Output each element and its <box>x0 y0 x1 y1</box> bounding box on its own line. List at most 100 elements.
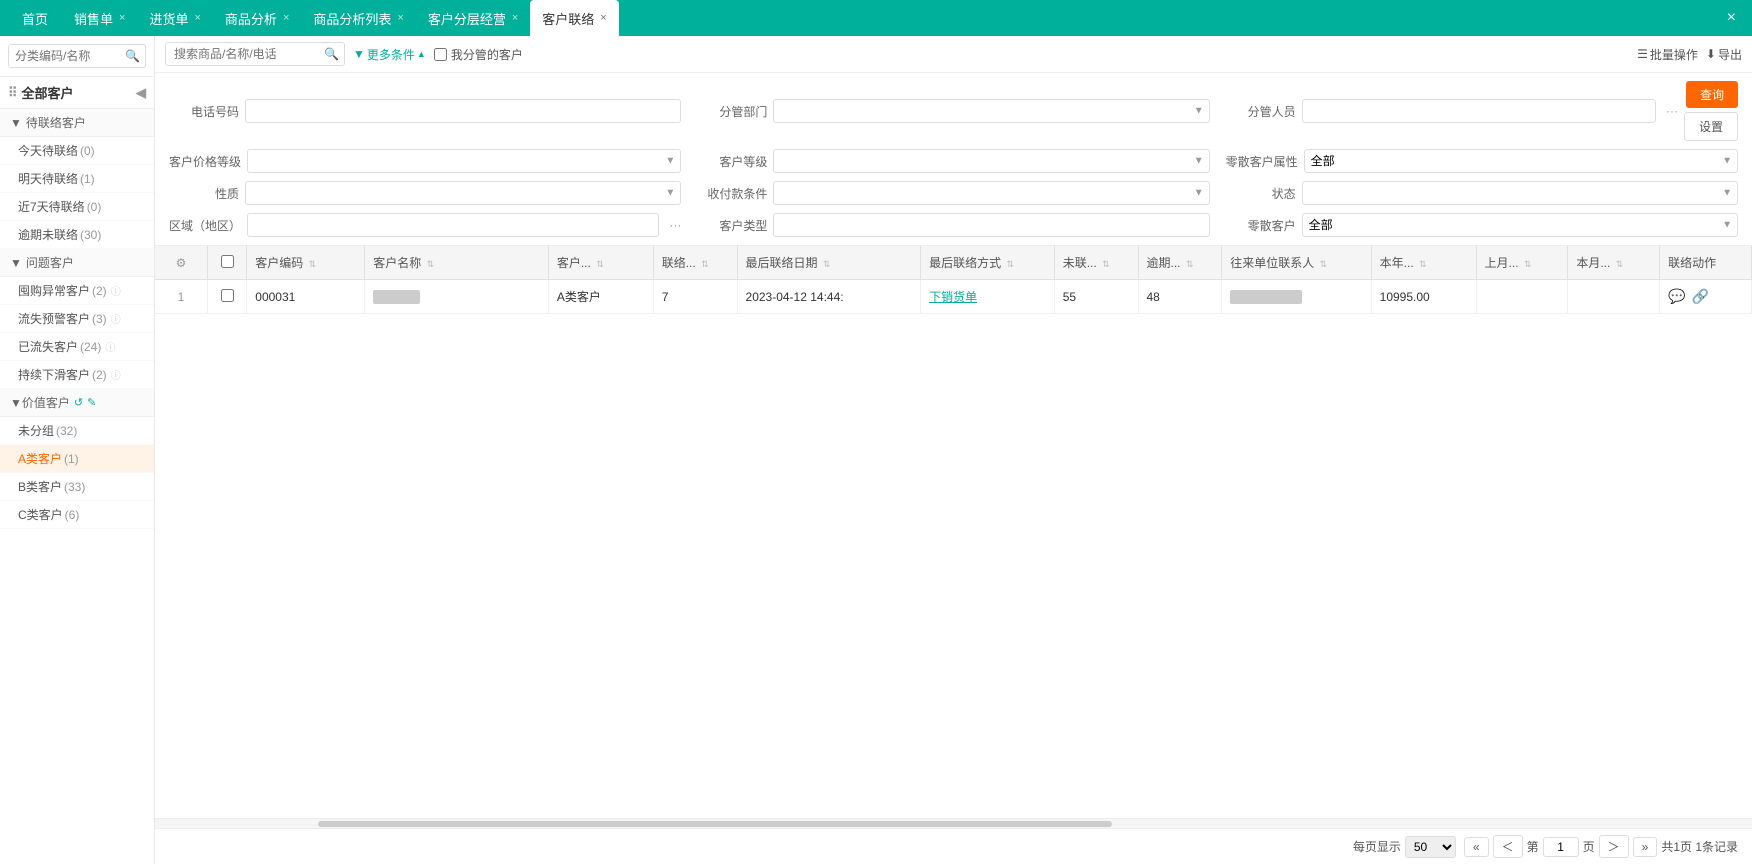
page-size-select[interactable]: 50 10 20 100 <box>1405 836 1456 858</box>
refresh-value-icon[interactable]: ↺ <box>74 396 83 409</box>
filter-row-retail-attr: 零散客户属性 全部 ▼ <box>1226 149 1738 173</box>
sidebar-group-problem[interactable]: ▼ 问题客户 <box>0 249 154 277</box>
sort-contact-icon[interactable]: ⇅ <box>701 259 709 269</box>
sidebar-item-overdue[interactable]: 逾期未联络 (30) <box>0 221 154 249</box>
sidebar-item-b-class[interactable]: B类客户 (33) <box>0 473 154 501</box>
filter-input-cust-type[interactable] <box>773 213 1209 237</box>
filter-input-region[interactable] <box>247 213 659 237</box>
sidebar-item-tomorrow[interactable]: 明天待联络 (1) <box>0 165 154 193</box>
filter-select-payment[interactable] <box>773 181 1209 205</box>
filter-row-retail: 零散客户 全部 ▼ <box>1226 213 1738 237</box>
sidebar-item-a-class[interactable]: A类客户 (1) <box>0 445 154 473</box>
row-last-date: 2023-04-12 14:44: <box>737 280 921 314</box>
filter-dots-region[interactable]: ··· <box>669 218 681 232</box>
th-settings[interactable]: ⚙ <box>155 246 207 280</box>
page-num-input[interactable] <box>1543 837 1579 857</box>
th-name: 客户名称 ⇅ <box>365 246 549 280</box>
filter-select-retail-attr[interactable]: 全部 <box>1304 149 1738 173</box>
sidebar-group-value[interactable]: ▼ 价值客户 ↺ ✎ <box>0 389 154 417</box>
scrollbar-thumb[interactable] <box>318 821 1113 827</box>
search-input[interactable] <box>165 42 345 66</box>
row-check[interactable] <box>207 280 246 314</box>
close-analysis-tab[interactable]: × <box>283 12 289 24</box>
nav-tab-customer-contact[interactable]: 客户联络 × <box>530 0 618 36</box>
sort-prev-icon[interactable]: ⇅ <box>1320 259 1328 269</box>
filter-select-dept[interactable] <box>773 99 1209 123</box>
filter-input-person[interactable] <box>1302 99 1656 123</box>
pager-prev-button[interactable]: ＜ <box>1493 835 1523 858</box>
collapse-sidebar-icon[interactable]: ◀ <box>136 85 146 101</box>
sidebar-item-7days[interactable]: 近7天待联络 (0) <box>0 193 154 221</box>
filter-row-cust-type: 客户类型 <box>697 213 1209 237</box>
sidebar-item-declining[interactable]: 持续下滑客户 (2) ⓘ <box>0 361 154 389</box>
nav-tab-sales[interactable]: 销售单 × <box>62 0 137 36</box>
sidebar: 🔍 ⠿ 全部客户 ◀ ▼ 待联络客户 今天待联络 (0) 明天待联络 (1) 近… <box>0 36 155 864</box>
nav-home[interactable]: 首页 <box>8 0 62 36</box>
row-last-method[interactable]: 下销货单 <box>921 280 1055 314</box>
sort-year-icon[interactable]: ⇅ <box>1419 259 1427 269</box>
last-method-link[interactable]: 下销货单 <box>929 290 977 304</box>
filter-select-price-level[interactable] <box>247 149 681 173</box>
filter-icon: ▼ <box>353 47 365 61</box>
sidebar-item-c-class[interactable]: C类客户 (6) <box>0 501 154 529</box>
nav-tab-customer-segment[interactable]: 客户分层经营 × <box>416 0 530 36</box>
close-analysis-list-tab[interactable]: × <box>397 12 403 24</box>
settings-icon[interactable]: ⚙ <box>176 256 187 270</box>
sidebar-all-customers-header[interactable]: ⠿ 全部客户 ◀ <box>0 77 154 109</box>
pager-next-button[interactable]: ＞ <box>1599 835 1629 858</box>
all-customers-label: 全部客户 <box>22 83 74 102</box>
th-check[interactable] <box>207 246 246 280</box>
sidebar-item-abnormal[interactable]: 囤购异常客户 (2) ⓘ <box>0 277 154 305</box>
sidebar-item-churn-warning[interactable]: 流失预警客户 (3) ⓘ <box>0 305 154 333</box>
filter-input-phone[interactable] <box>245 99 681 123</box>
select-all-checkbox[interactable] <box>221 255 234 268</box>
sort-type-icon[interactable]: ⇅ <box>596 259 604 269</box>
filter-select-nature[interactable] <box>245 181 681 205</box>
sort-lmonth-icon[interactable]: ⇅ <box>1524 259 1532 269</box>
toolbar-search-icon[interactable]: 🔍 <box>324 47 339 61</box>
close-purchase-tab[interactable]: × <box>194 12 200 24</box>
sort-overdue-icon[interactable]: ⇅ <box>1186 259 1194 269</box>
th-this-year: 本年... ⇅ <box>1371 246 1476 280</box>
export-button[interactable]: ⬇ 导出 <box>1706 46 1742 63</box>
filter-select-status[interactable] <box>1302 181 1738 205</box>
row-checkbox[interactable] <box>221 289 234 302</box>
row-action-comment-icon[interactable]: 💬 <box>1668 288 1685 305</box>
batch-op-button[interactable]: ☰ 批量操作 <box>1637 46 1698 63</box>
sort-unlink-icon[interactable]: ⇅ <box>1102 259 1110 269</box>
pager-first-button[interactable]: « <box>1464 837 1489 857</box>
sort-code-icon[interactable]: ⇅ <box>309 259 317 269</box>
close-sales-tab[interactable]: × <box>119 12 125 24</box>
query-button[interactable]: 查询 <box>1686 81 1738 108</box>
sort-tmonth-icon[interactable]: ⇅ <box>1616 259 1624 269</box>
nav-tab-analysis[interactable]: 商品分析 × <box>213 0 301 36</box>
sidebar-item-churned[interactable]: 已流失客户 (24) ⓘ <box>0 333 154 361</box>
window-close-button[interactable]: × <box>1719 9 1744 27</box>
sort-method-icon[interactable]: ⇅ <box>1006 259 1014 269</box>
info-icon-2: ⓘ <box>111 311 121 326</box>
sidebar-item-ungrouped[interactable]: 未分组 (32) <box>0 417 154 445</box>
edit-value-icon[interactable]: ✎ <box>87 396 96 409</box>
my-customer-checkbox[interactable] <box>434 48 447 61</box>
row-action-link-icon[interactable]: 🔗 <box>1692 288 1709 305</box>
filter-row-person: 分管人员 ··· 查询 设置 <box>1226 81 1738 141</box>
nav-tab-analysis-list[interactable]: 商品分析列表 × <box>301 0 415 36</box>
close-segment-tab[interactable]: × <box>512 12 518 24</box>
content-area: 🔍 ▼ 更多条件 ▲ 我分管的客户 ☰ 批量操作 ⬇ 导出 <box>155 36 1752 864</box>
filter-dots-person[interactable]: ··· <box>1666 104 1678 118</box>
nav-tab-purchase[interactable]: 进货单 × <box>137 0 212 36</box>
filter-select-cust-level[interactable] <box>773 149 1209 173</box>
filter-label-cust-type: 客户类型 <box>697 217 767 234</box>
sort-name-icon[interactable]: ⇅ <box>427 259 435 269</box>
more-filter-button[interactable]: ▼ 更多条件 ▲ <box>353 46 426 63</box>
sort-date-icon[interactable]: ⇅ <box>823 259 831 269</box>
close-contact-tab[interactable]: × <box>600 12 606 24</box>
sidebar-item-today[interactable]: 今天待联络 (0) <box>0 137 154 165</box>
horizontal-scrollbar[interactable] <box>155 818 1752 828</box>
set-button[interactable]: 设置 <box>1684 112 1738 141</box>
pager-last-button[interactable]: » <box>1633 837 1658 857</box>
sidebar-group-pending[interactable]: ▼ 待联络客户 <box>0 109 154 137</box>
row-prev-contact: RE . <box>1222 280 1371 314</box>
sidebar-search-icon[interactable]: 🔍 <box>125 49 140 63</box>
filter-select-retail[interactable]: 全部 <box>1302 213 1738 237</box>
